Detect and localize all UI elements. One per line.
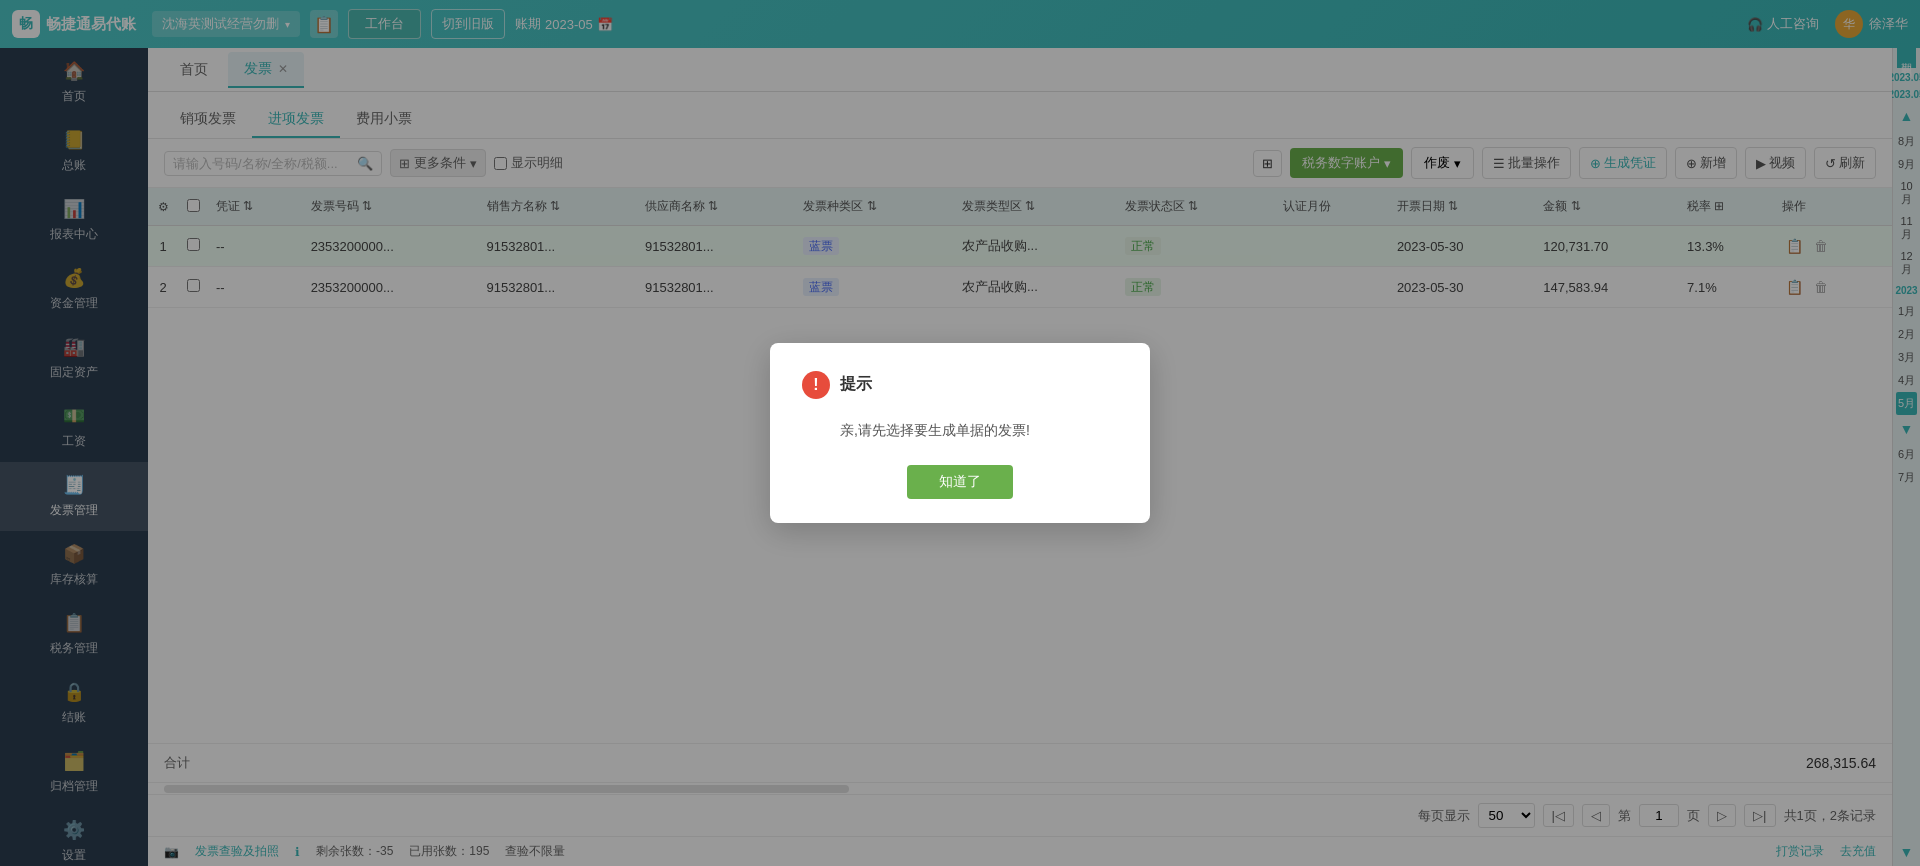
modal-overlay[interactable]: ! 提示 亲,请先选择要生成单据的发票! 知道了 <box>0 0 1920 866</box>
modal-body: 亲,请先选择要生成单据的发票! <box>802 419 1118 441</box>
confirm-button[interactable]: 知道了 <box>907 465 1013 499</box>
warning-icon: ! <box>802 371 830 399</box>
modal-footer: 知道了 <box>802 465 1118 499</box>
modal-title: 提示 <box>840 374 872 395</box>
modal-header: ! 提示 <box>802 371 1118 399</box>
alert-modal: ! 提示 亲,请先选择要生成单据的发票! 知道了 <box>770 343 1150 523</box>
